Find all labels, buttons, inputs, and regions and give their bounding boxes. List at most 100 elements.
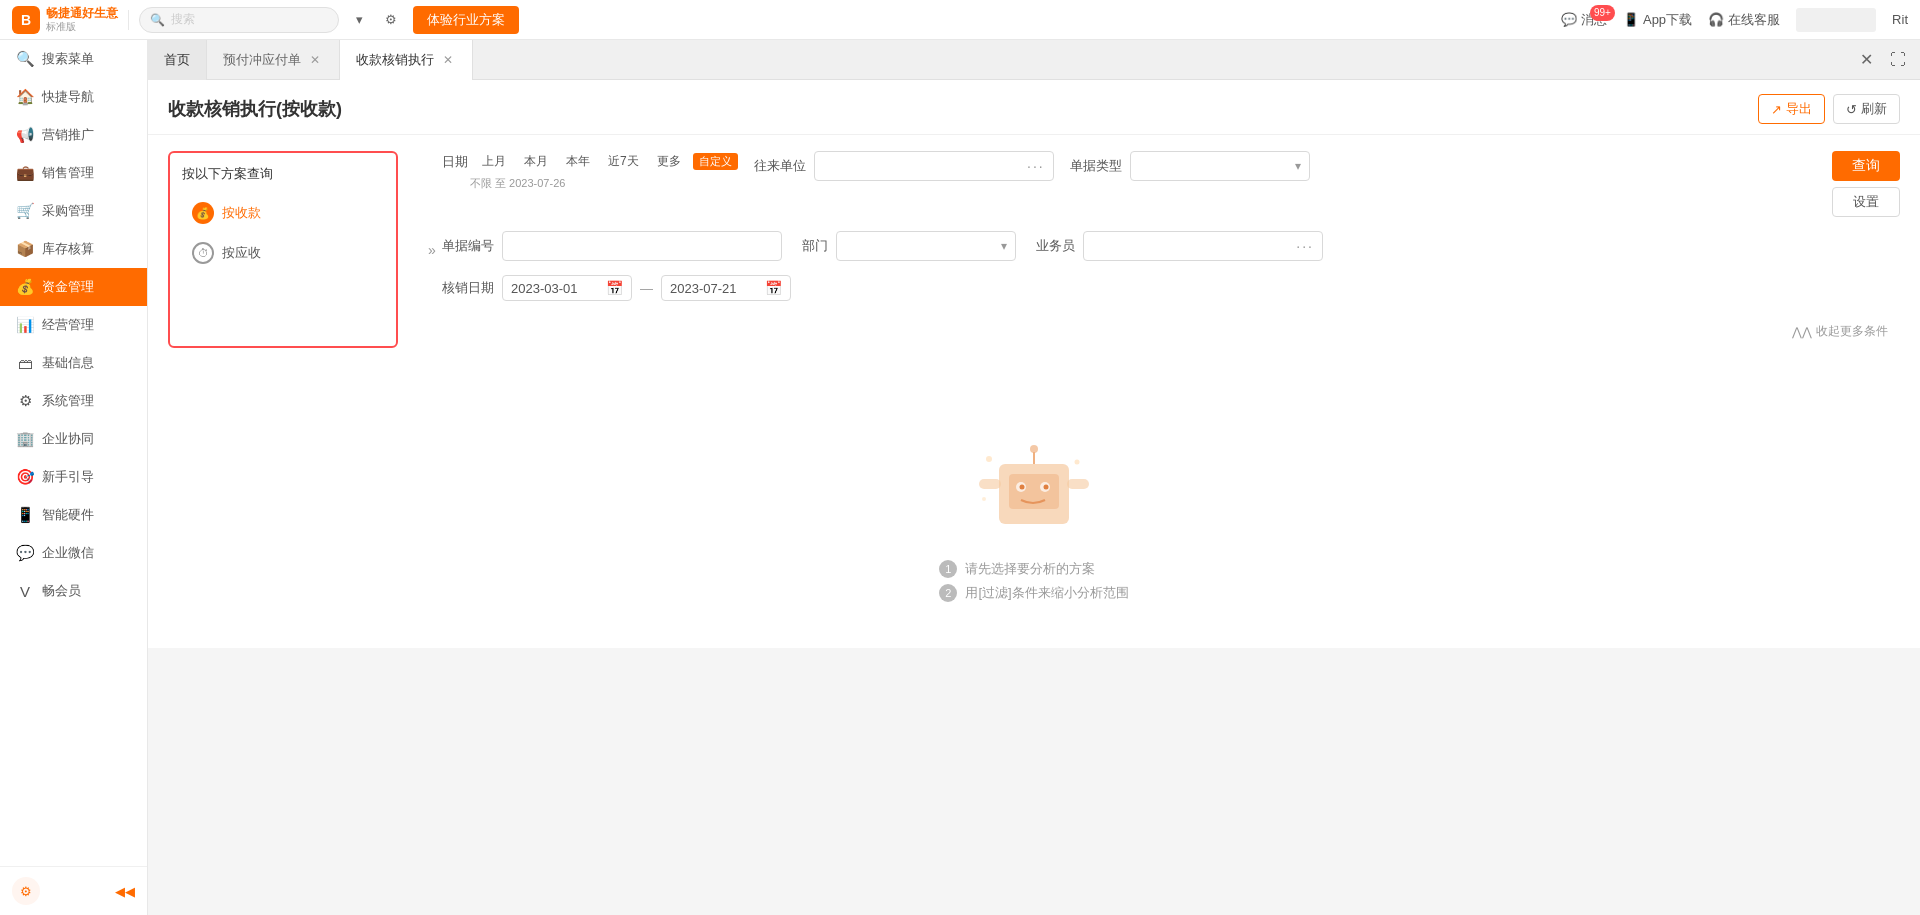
staff-dots-icon: ··· (1296, 238, 1314, 254)
message-item[interactable]: 💬 消息 99+ (1561, 11, 1607, 29)
export-button[interactable]: ↗ 导出 (1758, 94, 1825, 124)
app-download-icon: 📱 (1623, 12, 1639, 27)
sidebar-item-inventory[interactable]: 📦 库存核算 (0, 230, 147, 268)
sidebar-item-purchase[interactable]: 🛒 采购管理 (0, 192, 147, 230)
sidebar-label-purchase: 采购管理 (42, 202, 94, 220)
sidebar-item-quick-nav[interactable]: 🏠 快捷导航 (0, 78, 147, 116)
tab-prepay[interactable]: 预付冲应付单 ✕ (207, 40, 340, 80)
filter-option-by-receivable[interactable]: ⏱ 按应收 (182, 235, 384, 271)
user-avatar[interactable] (1796, 8, 1876, 32)
sidebar-item-finance[interactable]: 💰 资金管理 (0, 268, 147, 306)
export-label: 导出 (1786, 100, 1812, 118)
sidebar-item-marketing[interactable]: 📢 营销推广 (0, 116, 147, 154)
tab-prepay-close-icon[interactable]: ✕ (307, 52, 323, 68)
counterparty-input[interactable]: ··· (814, 151, 1054, 181)
date-more[interactable]: 更多 (651, 151, 687, 172)
svg-rect-9 (1067, 479, 1089, 489)
tab-receipt-writeoff[interactable]: 收款核销执行 ✕ (340, 40, 473, 80)
svg-rect-8 (979, 479, 1001, 489)
sidebar-item-smart-hw[interactable]: 📱 智能硬件 (0, 496, 147, 534)
sidebar-item-system[interactable]: ⚙ 系统管理 (0, 382, 147, 420)
search-menu-icon: 🔍 (16, 50, 34, 68)
app-download-item[interactable]: 📱 App下载 (1623, 11, 1692, 29)
sidebar-item-search-menu[interactable]: 🔍 搜索菜单 (0, 40, 147, 78)
doc-no-input[interactable] (502, 231, 782, 261)
writeoff-date-start-input[interactable]: 2023-03-01 📅 (502, 275, 632, 301)
sidebar-item-sales[interactable]: 💼 销售管理 (0, 154, 147, 192)
writeoff-date-start-calendar-icon[interactable]: 📅 (606, 280, 623, 296)
tab-prepay-label: 预付冲应付单 (223, 51, 301, 69)
date-last-month[interactable]: 上月 (476, 151, 512, 172)
hint-text-2: 用[过滤]条件来缩小分析范围 (965, 584, 1128, 602)
filter-row-writeoff-date: 核销日期 2023-03-01 📅 — 2023-07-21 📅 (442, 275, 1900, 301)
sidebar-item-basic-info[interactable]: 🗃 基础信息 (0, 344, 147, 382)
logo-sub: 标准版 (46, 21, 118, 33)
filter-row-docno: 单据编号 部门 ▾ 业务员 (442, 231, 1900, 261)
sales-icon: 💼 (16, 164, 34, 182)
tab-close-all-button[interactable]: ✕ (1852, 46, 1880, 74)
sidebar-nav: 🔍 搜索菜单 🏠 快捷导航 📢 营销推广 💼 销售管理 🛒 采购管理 📦 (0, 40, 147, 866)
search-icon: 🔍 (150, 13, 165, 27)
svg-point-12 (982, 497, 986, 501)
filter-right-form: 日期 上月 本月 本年 近7天 更多 自定义 (442, 151, 1900, 348)
topbar-search[interactable]: 🔍 搜索 (139, 7, 339, 33)
filter-collapse-toggle[interactable]: » (422, 151, 442, 348)
topbar-gear-icon[interactable]: ⚙ (379, 8, 403, 32)
svg-point-10 (986, 456, 992, 462)
settings-button[interactable]: 设置 (1832, 187, 1900, 217)
sidebar-settings-button[interactable]: ⚙ (12, 877, 40, 905)
sidebar-collapse-button[interactable]: ◀◀ (115, 884, 135, 899)
sidebar-item-wechat[interactable]: 💬 企业微信 (0, 534, 147, 572)
empty-illustration (969, 424, 1099, 544)
sidebar-item-enterprise[interactable]: 🏢 企业协同 (0, 420, 147, 458)
writeoff-date-end-calendar-icon[interactable]: 📅 (765, 280, 782, 296)
doc-type-chevron-icon: ▾ (1295, 159, 1301, 173)
date-no-limit: 不限 至 2023-07-26 (470, 176, 738, 191)
date-custom-badge[interactable]: 自定义 (693, 153, 738, 170)
dept-select[interactable]: ▾ (836, 231, 1016, 261)
tab-receipt-writeoff-label: 收款核销执行 (356, 51, 434, 69)
sidebar-label-guide: 新手引导 (42, 468, 94, 486)
receivable-option-icon: ⏱ (192, 242, 214, 264)
tab-home[interactable]: 首页 (148, 40, 207, 80)
date-this-month[interactable]: 本月 (518, 151, 554, 172)
tabbar-actions: ✕ ⛶ (1852, 46, 1920, 74)
hint-num-2: 2 (939, 584, 957, 602)
doc-no-label: 单据编号 (442, 237, 494, 255)
solution-button[interactable]: 体验行业方案 (413, 6, 519, 34)
online-service-label: 在线客服 (1728, 11, 1780, 29)
filter-field-writeoff-date: 核销日期 2023-03-01 📅 — 2023-07-21 📅 (442, 275, 791, 301)
sidebar-label-enterprise: 企业协同 (42, 430, 94, 448)
sidebar-label-smart-hw: 智能硬件 (42, 506, 94, 524)
empty-hint: 1 请先选择要分析的方案 2 用[过滤]条件来缩小分析范围 (939, 560, 1128, 608)
app-logo: B 畅捷通好生意 标准版 (12, 6, 118, 34)
collapse-more-icon: ⋀⋀ (1792, 325, 1812, 339)
doc-type-label: 单据类型 (1070, 157, 1122, 175)
topbar: B 畅捷通好生意 标准版 🔍 搜索 ▾ ⚙ 体验行业方案 💬 消息 99+ 📱 … (0, 0, 1920, 40)
sidebar-item-member[interactable]: V 畅会员 (0, 572, 147, 610)
guide-icon: 🎯 (16, 468, 34, 486)
sidebar-item-guide[interactable]: 🎯 新手引导 (0, 458, 147, 496)
refresh-button[interactable]: ↺ 刷新 (1833, 94, 1900, 124)
staff-input[interactable]: ··· (1083, 231, 1323, 261)
query-button[interactable]: 查询 (1832, 151, 1900, 181)
filter-option-by-receipt[interactable]: 💰 按收款 (182, 195, 384, 231)
sidebar-label-quick-nav: 快捷导航 (42, 88, 94, 106)
collapse-more-button[interactable]: ⋀⋀ 收起更多条件 (1780, 319, 1900, 344)
svg-point-4 (1020, 485, 1025, 490)
sidebar-label-search-menu: 搜索菜单 (42, 50, 94, 68)
date-7days[interactable]: 近7天 (602, 151, 645, 172)
online-service-item[interactable]: 🎧 在线客服 (1708, 11, 1780, 29)
tab-receipt-writeoff-close-icon[interactable]: ✕ (440, 52, 456, 68)
date-this-year[interactable]: 本年 (560, 151, 596, 172)
logo-text: 畅捷通好生意 标准版 (46, 6, 118, 32)
writeoff-date-end-input[interactable]: 2023-07-21 📅 (661, 275, 791, 301)
counterparty-label: 往来单位 (754, 157, 806, 175)
sidebar-item-business[interactable]: 📊 经营管理 (0, 306, 147, 344)
sidebar-bottom: ⚙ ◀◀ (0, 866, 147, 915)
topbar-dropdown-icon[interactable]: ▾ (349, 10, 369, 30)
sidebar-label-system: 系统管理 (42, 392, 94, 410)
marketing-icon: 📢 (16, 126, 34, 144)
tab-expand-button[interactable]: ⛶ (1884, 46, 1912, 74)
doc-type-select[interactable]: ▾ (1130, 151, 1310, 181)
